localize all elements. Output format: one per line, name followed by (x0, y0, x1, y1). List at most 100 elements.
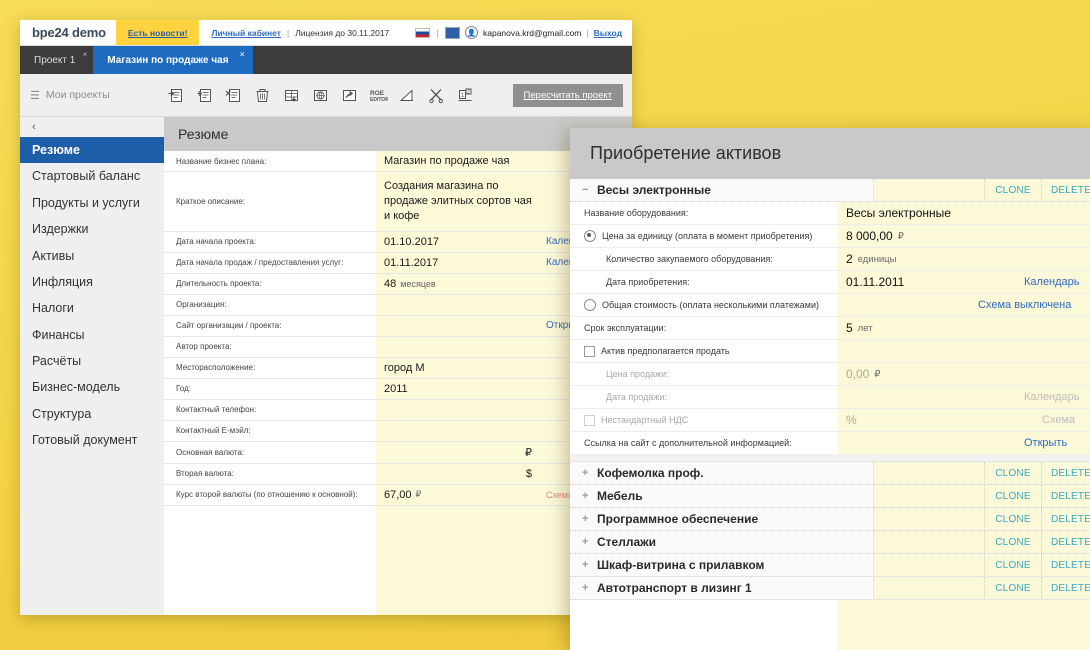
trash-icon[interactable] (251, 84, 273, 106)
tab-tea-shop[interactable]: Магазин по продаже чая × (93, 46, 253, 74)
sidebar-item-7[interactable]: Финансы (20, 322, 164, 348)
clone-button[interactable]: CLONE (984, 531, 1041, 553)
radio-unselected-icon[interactable] (584, 299, 596, 311)
expand-icon[interactable]: + (582, 559, 590, 571)
collapse-icon[interactable]: − (582, 184, 590, 196)
clone-button[interactable]: CLONE (984, 485, 1041, 507)
clone-button[interactable]: CLONE (984, 577, 1041, 599)
asset-action-link[interactable]: Календарь (1018, 271, 1090, 293)
asset-field-value[interactable] (838, 386, 1018, 408)
delete-button[interactable]: DELETE (1041, 462, 1090, 484)
field-value[interactable] (376, 315, 540, 336)
asset-action-link[interactable]: Календарь (1018, 386, 1090, 408)
delete-button[interactable]: DELETE (1041, 554, 1090, 576)
field-label: Контактный телефон: (164, 399, 376, 420)
asset-action-link[interactable]: Открыть (1018, 432, 1090, 454)
asset-field-value[interactable]: 2 единицы (838, 248, 1018, 270)
field-value[interactable]: 48 месяцев (376, 273, 540, 294)
field-value[interactable] (376, 294, 540, 315)
field-value[interactable]: 01.10.2017 (376, 231, 540, 252)
sidebar-item-1[interactable]: Стартовый баланс (20, 163, 164, 189)
field-value[interactable]: ₽ (376, 441, 540, 463)
checkbox-icon[interactable] (584, 414, 595, 426)
logout-link[interactable]: Выход (594, 28, 622, 38)
expand-icon[interactable]: + (582, 582, 590, 594)
sidebar-item-11[interactable]: Готовый документ (20, 427, 164, 453)
clone-button[interactable]: CLONE (984, 462, 1041, 484)
add-document-icon[interactable] (164, 84, 186, 106)
asset-field-value[interactable]: 5 лет (838, 317, 1018, 339)
clone-button[interactable]: CLONE (984, 179, 1041, 201)
tab-project-1[interactable]: Проект 1 × (20, 46, 93, 74)
asset-group-header[interactable]: + Автотранспорт в лизинг 1 CLONE DELETE (570, 577, 1090, 600)
asset-action-link[interactable]: Схема (1036, 409, 1090, 431)
asset-field-value[interactable]: Весы электронные (838, 202, 1018, 224)
flag-russia-icon[interactable] (415, 27, 431, 38)
close-icon[interactable]: × (240, 50, 245, 59)
clone-button[interactable]: CLONE (984, 508, 1041, 530)
expand-icon[interactable]: + (582, 467, 590, 479)
asset-field-value[interactable] (838, 340, 1018, 362)
delete-button[interactable]: DELETE (1041, 531, 1090, 553)
expand-icon[interactable]: + (582, 513, 590, 525)
delete-button[interactable]: DELETE (1041, 179, 1090, 201)
sidebar-item-4[interactable]: Активы (20, 243, 164, 269)
resume-row: Организация: (164, 294, 632, 316)
sidebar-collapse-button[interactable]: ‹ (20, 117, 164, 137)
sidebar-item-3[interactable]: Издержки (20, 216, 164, 242)
remove-document-icon[interactable] (222, 84, 244, 106)
sidebar-item-0[interactable]: Резюме (20, 137, 164, 164)
globe-settings-icon[interactable] (309, 84, 331, 106)
roe-editor-icon[interactable]: ROE EDITOR (367, 84, 389, 106)
asset-group-header[interactable]: + Кофемолка проф. CLONE DELETE (570, 462, 1090, 485)
asset-field-value[interactable] (838, 294, 972, 316)
close-icon[interactable]: × (83, 50, 88, 59)
sidebar-item-5[interactable]: Инфляция (20, 269, 164, 295)
field-value[interactable] (376, 420, 540, 441)
copy-document-icon[interactable] (193, 84, 215, 106)
field-value[interactable] (376, 336, 540, 357)
field-value[interactable]: Создания магазина по продаже элитных сор… (376, 172, 540, 231)
delete-button[interactable]: DELETE (1041, 508, 1090, 530)
sidebar-item-8[interactable]: Расчёты (20, 348, 164, 374)
import-table-icon[interactable] (280, 84, 302, 106)
asset-field-value[interactable] (838, 432, 1018, 454)
asset-field-value[interactable]: % (838, 409, 1036, 431)
field-value[interactable]: 01.11.2017 (376, 252, 540, 273)
delete-button[interactable]: DELETE (1041, 577, 1090, 599)
flag-blue-icon[interactable] (444, 26, 460, 39)
asset-action-link[interactable]: Схема выключена (972, 294, 1090, 316)
sidebar-item-10[interactable]: Структура (20, 401, 164, 427)
asset-group-header[interactable]: + Мебель CLONE DELETE (570, 485, 1090, 508)
field-value[interactable]: 2011 (376, 378, 540, 399)
asset-group-header[interactable]: + Шкаф-витрина с прилавком CLONE DELETE (570, 554, 1090, 577)
field-value[interactable]: $ (376, 463, 540, 484)
field-value[interactable]: 67,00 ₽ (376, 484, 540, 505)
personal-cabinet-link[interactable]: Личный кабинет (211, 28, 280, 38)
recalculate-project-button[interactable]: Пересчитать проект (512, 83, 623, 107)
sidebar-item-6[interactable]: Налоги (20, 295, 164, 321)
radio-selected-icon[interactable] (584, 230, 596, 242)
export-icon[interactable] (338, 84, 360, 106)
checkbox-icon[interactable] (584, 345, 595, 357)
my-projects-button[interactable]: ☰ Мои проекты (20, 89, 164, 102)
clone-button[interactable]: CLONE (984, 554, 1041, 576)
field-value[interactable]: город М (376, 357, 540, 378)
asset-field-value[interactable]: 8 000,00 ₽ (838, 225, 1018, 247)
expand-icon[interactable]: + (582, 490, 590, 502)
field-value[interactable]: Магазин по продаже чая (376, 151, 540, 171)
news-badge[interactable]: Есть новости! (115, 20, 200, 45)
asset-group-header[interactable]: + Стеллажи CLONE DELETE (570, 531, 1090, 554)
asset-field-value[interactable]: 0,00 ₽ (838, 363, 1018, 385)
asset-group-header[interactable]: + Программное обеспечение CLONE DELETE (570, 508, 1090, 531)
field-value[interactable] (376, 399, 540, 420)
sidebar-item-2[interactable]: Продукты и услуги (20, 190, 164, 216)
delete-button[interactable]: DELETE (1041, 485, 1090, 507)
chart-flag-icon[interactable] (396, 84, 418, 106)
asset-group-header-expanded[interactable]: − Весы электронные CLONE DELETE (570, 179, 1090, 202)
sidebar-item-9[interactable]: Бизнес-модель (20, 374, 164, 400)
asset-field-value[interactable]: 01.11.2011 (838, 271, 1018, 293)
expand-icon[interactable]: + (582, 536, 590, 548)
compare-icon[interactable]: 12 (454, 84, 476, 106)
scissors-icon[interactable] (425, 84, 447, 106)
